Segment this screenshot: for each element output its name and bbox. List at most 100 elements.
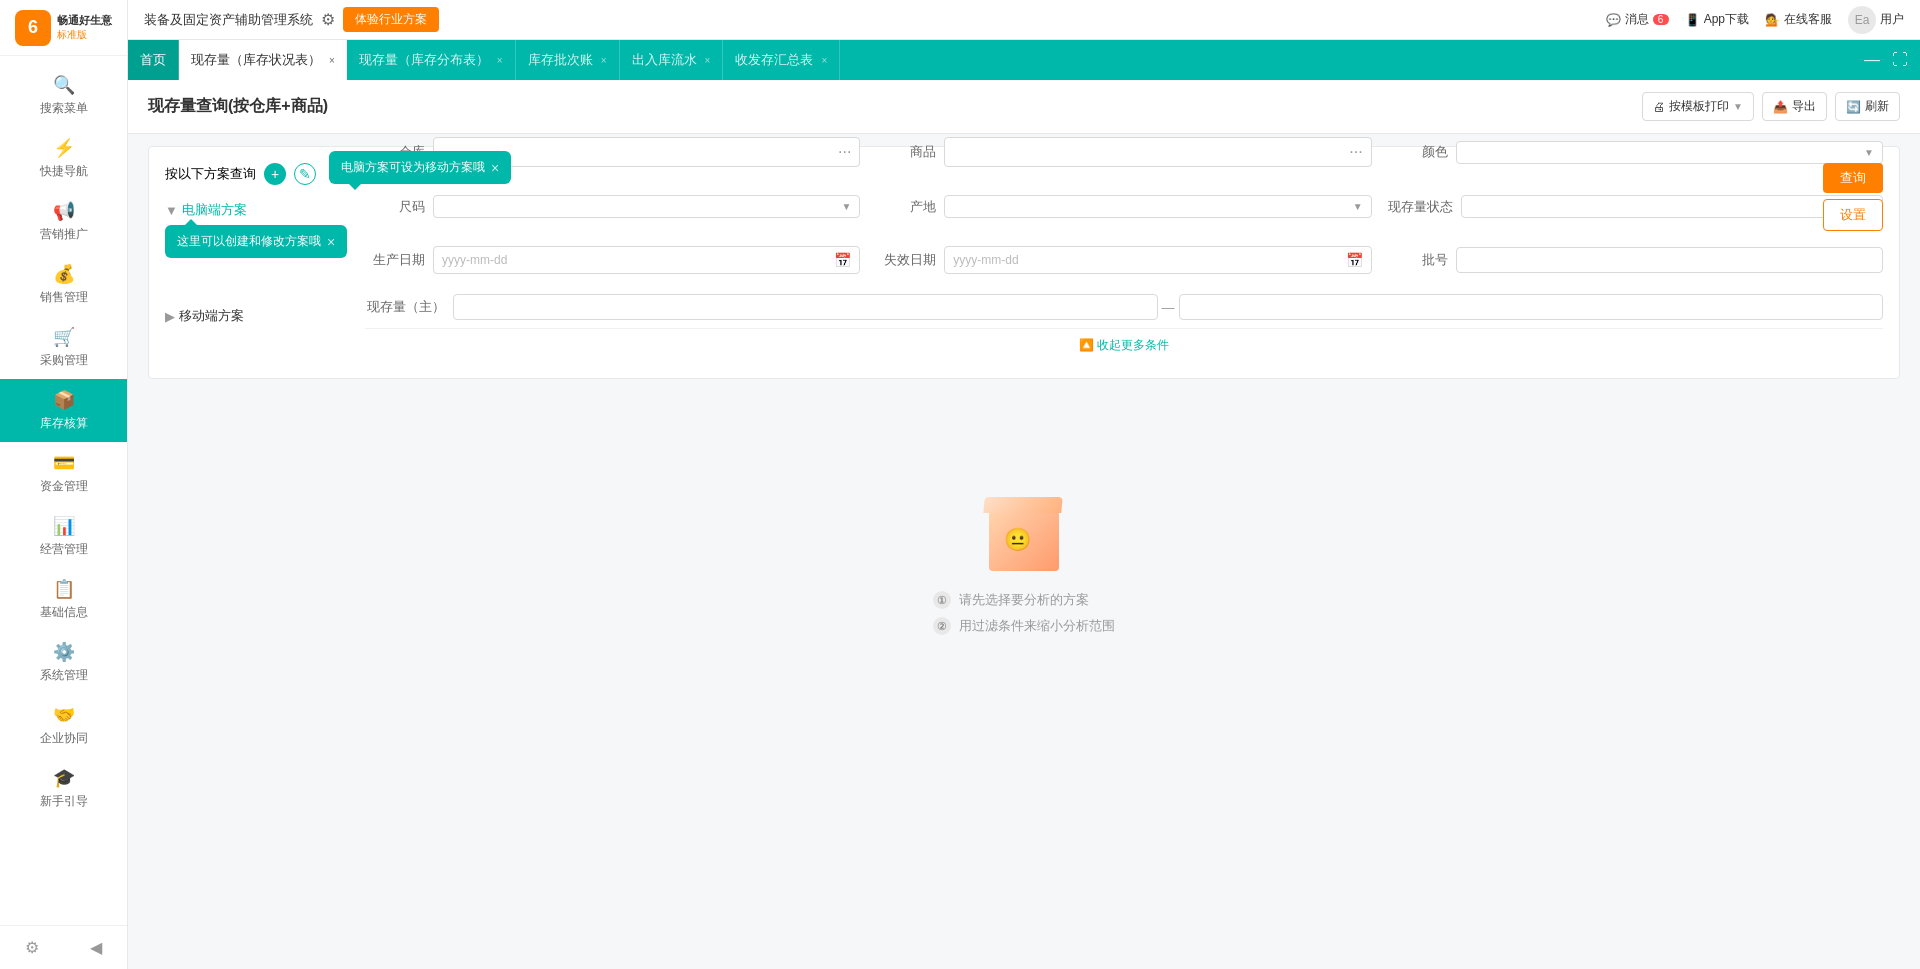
tooltip2-text: 这里可以创建和修改方案哦	[177, 233, 321, 250]
sidebar-item-basic[interactable]: 📋 基础信息	[0, 568, 127, 631]
sidebar-item-label: 营销推广	[40, 226, 88, 243]
warehouse-dots-icon: ···	[838, 143, 851, 161]
scheme-item-mobile[interactable]: ▶ 移动端方案	[165, 303, 1883, 329]
print-btn[interactable]: 🖨 按模板打印 ▼	[1642, 92, 1754, 121]
finance-nav-icon: 💳	[53, 452, 75, 474]
main-content: 现存量查询(按仓库+商品) 🖨 按模板打印 ▼ 📤 导出 🔄 刷新 查询 设置	[128, 80, 1920, 969]
page-title: 现存量查询(按仓库+商品)	[148, 96, 328, 117]
phone-icon: 📱	[1685, 13, 1700, 27]
tab-inventory-status-label: 现存量（库存状况表）	[191, 51, 321, 69]
tab-batch-account-close[interactable]: ×	[601, 55, 607, 66]
edit-scheme-btn[interactable]: ✎	[294, 163, 316, 185]
sidebar-item-label: 资金管理	[40, 478, 88, 495]
sidebar-item-system[interactable]: ⚙️ 系统管理	[0, 631, 127, 694]
scheme-item-pc[interactable]: ▼ 电脑端方案	[165, 197, 1883, 223]
message-label: 消息	[1625, 11, 1649, 28]
app-download-btn[interactable]: 📱 App下载	[1685, 11, 1749, 28]
search-btn[interactable]: 查询	[1823, 163, 1883, 193]
color-arrow-icon: ▼	[1864, 147, 1874, 158]
search-panel: 查询 设置 按以下方案查询 + ✎ « 电脑方案可设为移动方案哦 × ▼ 电脑端…	[148, 146, 1900, 379]
search-scheme-label: 按以下方案查询	[165, 165, 256, 183]
color-select[interactable]: ▼	[1456, 141, 1883, 164]
scheme-pc-arrow-icon: ▼	[165, 203, 178, 218]
tab-home[interactable]: 首页	[128, 40, 179, 80]
sales-nav-icon: 💰	[53, 263, 75, 285]
sidebar-item-finance[interactable]: 💳 资金管理	[0, 442, 127, 505]
tab-receive-summary[interactable]: 收发存汇总表 ×	[723, 40, 840, 80]
tooltip1-close-btn[interactable]: ×	[491, 160, 499, 176]
empty-state: 😐 ① 请先选择要分析的方案 ② 用过滤条件来缩小分析范围	[148, 391, 1900, 715]
sidebar-nav: 🔍 搜索菜单 ⚡ 快捷导航 📢 营销推广 💰 销售管理 🛒 采购管理 📦 库存核…	[0, 56, 127, 925]
message-btn[interactable]: 💬 消息 6	[1606, 11, 1669, 28]
sidebar-item-inventory[interactable]: 📦 库存核算	[0, 379, 127, 442]
sidebar-item-purchase[interactable]: 🛒 采购管理	[0, 316, 127, 379]
settings-bottom-btn[interactable]: ⚙	[25, 938, 39, 957]
sidebar: 6 畅通好生意 标准版 🔍 搜索菜单 ⚡ 快捷导航 📢 营销推广 💰 销售管理 …	[0, 0, 128, 969]
filter-row1: 仓库 ··· 商品 ··· 颜色	[365, 129, 1883, 175]
industry-plan-btn[interactable]: 体验行业方案	[343, 7, 439, 32]
tab-inventory-status-close[interactable]: ×	[329, 55, 335, 66]
tab-min-btn[interactable]: —	[1860, 47, 1884, 73]
filter-goods: 商品 ···	[876, 137, 1371, 167]
tab-inout-flow-label: 出入库流水	[632, 51, 697, 69]
sidebar-item-label: 快捷导航	[40, 163, 88, 180]
app-download-label: App下载	[1704, 11, 1749, 28]
goods-select[interactable]: ···	[944, 137, 1371, 167]
tab-home-label: 首页	[140, 51, 166, 69]
tip1-num: ①	[933, 591, 951, 609]
operation-nav-icon: 📊	[53, 515, 75, 537]
sidebar-item-label: 企业协同	[40, 730, 88, 747]
user-btn[interactable]: Ea 用户	[1848, 6, 1904, 34]
refresh-btn[interactable]: 🔄 刷新	[1835, 92, 1900, 121]
empty-illustration: 😐	[974, 471, 1074, 571]
tab-batch-account[interactable]: 库存批次账 ×	[516, 40, 620, 80]
tab-receive-summary-close[interactable]: ×	[821, 55, 827, 66]
refresh-label: 刷新	[1865, 98, 1889, 115]
purchase-nav-icon: 🛒	[53, 326, 75, 348]
collapse-bar[interactable]: 🔼 收起更多条件	[365, 328, 1883, 362]
empty-tip1: ① 请先选择要分析的方案	[933, 591, 1115, 609]
tooltip1-text: 电脑方案可设为移动方案哦	[341, 159, 485, 176]
tab-fullscreen-btn[interactable]: ⛶	[1888, 47, 1912, 73]
scheme-sub-item[interactable]: ▶ 按照品	[165, 225, 1883, 243]
header-right: 💬 消息 6 📱 App下载 💁 在线客服 Ea 用户	[1606, 6, 1904, 34]
goods-label: 商品	[876, 143, 936, 161]
tab-inout-flow[interactable]: 出入库流水 ×	[620, 40, 724, 80]
sidebar-item-label: 系统管理	[40, 667, 88, 684]
color-label: 颜色	[1388, 143, 1448, 161]
inventory-nav-icon: 📦	[53, 389, 75, 411]
export-icon: 📤	[1773, 100, 1788, 114]
tab-inventory-status[interactable]: 现存量（库存状况表） ×	[179, 40, 347, 80]
scheme-mobile-label: 移动端方案	[179, 307, 244, 325]
tooltip2-close-btn[interactable]: ×	[327, 234, 335, 250]
tip2-num: ②	[933, 617, 951, 635]
system-title: 装备及固定资产辅助管理系统	[144, 11, 313, 29]
sidebar-item-guide[interactable]: 🎓 新手引导	[0, 757, 127, 820]
filter-color: 颜色 ▼	[1388, 137, 1883, 167]
tooltip-create-scheme: 这里可以创建和修改方案哦 ×	[165, 225, 347, 258]
export-btn[interactable]: 📤 导出	[1762, 92, 1827, 121]
tab-inventory-dist-label: 现存量（库存分布表）	[359, 51, 489, 69]
tab-inventory-dist-close[interactable]: ×	[497, 55, 503, 66]
message-icon: 💬	[1606, 13, 1621, 27]
sidebar-item-quick[interactable]: ⚡ 快捷导航	[0, 127, 127, 190]
sidebar-item-enterprise[interactable]: 🤝 企业协同	[0, 694, 127, 757]
tab-inventory-dist[interactable]: 现存量（库存分布表） ×	[347, 40, 516, 80]
sidebar-item-search[interactable]: 🔍 搜索菜单	[0, 64, 127, 127]
sidebar-item-operation[interactable]: 📊 经营管理	[0, 505, 127, 568]
collapse-sidebar-btn[interactable]: ◀	[90, 938, 102, 957]
sidebar-item-sales[interactable]: 💰 销售管理	[0, 253, 127, 316]
sidebar-item-label: 销售管理	[40, 289, 88, 306]
search-nav-icon: 🔍	[53, 74, 75, 96]
sidebar-item-marketing[interactable]: 📢 营销推广	[0, 190, 127, 253]
user-label: 用户	[1880, 11, 1904, 28]
settings-icon[interactable]: ⚙	[321, 10, 335, 29]
add-scheme-btn[interactable]: +	[264, 163, 286, 185]
print-label: 按模板打印	[1669, 98, 1729, 115]
sidebar-item-label: 库存核算	[40, 415, 88, 432]
export-label: 导出	[1792, 98, 1816, 115]
print-icon: 🖨	[1653, 100, 1665, 114]
tab-inout-flow-close[interactable]: ×	[705, 55, 711, 66]
online-service-btn[interactable]: 💁 在线客服	[1765, 11, 1832, 28]
online-service-label: 在线客服	[1784, 11, 1832, 28]
